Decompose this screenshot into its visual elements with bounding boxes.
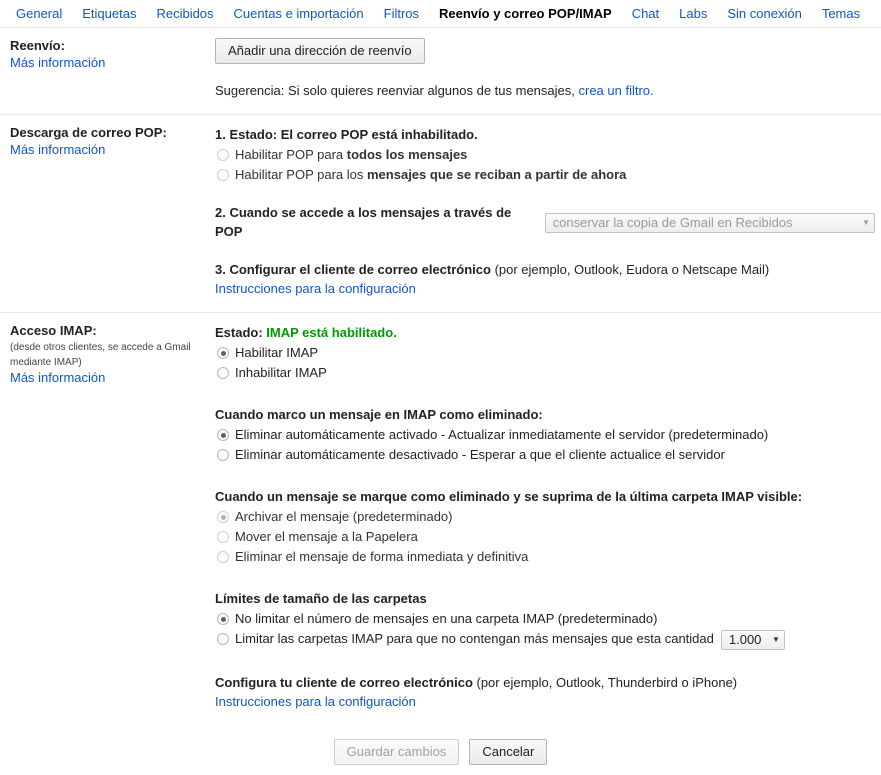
imap-expunge-option-delete-forever[interactable]: Eliminar el mensaje de forma inmediata y…: [215, 547, 875, 567]
add-forwarding-address-button[interactable]: Añadir una dirección de reenvío: [215, 38, 425, 64]
section-forwarding: Reenvío: Más información Añadir una dire…: [0, 28, 881, 114]
imap-expunge-option-trash[interactable]: Mover el mensaje a la Papelera: [215, 527, 875, 547]
tab-cuentas-e-importacion[interactable]: Cuentas e importación: [224, 1, 374, 27]
section-imap-access: Acceso IMAP: (desde otros clientes, se a…: [0, 312, 881, 725]
imap-deleted-option-auto-expunge-off-label: Eliminar automáticamente desactivado - E…: [235, 447, 725, 462]
radio-folder-limit[interactable]: [217, 633, 229, 645]
imap-limit-option-limit[interactable]: Limitar las carpetas IMAP para que no co…: [215, 629, 875, 651]
imap-deleted-option-auto-expunge-on-label: Eliminar automáticamente activado - Actu…: [235, 427, 769, 442]
imap-option-enable[interactable]: Habilitar IMAP: [215, 343, 875, 363]
pop-label-column: Descarga de correo POP: Más información: [0, 115, 205, 312]
imap-deleted-option-auto-expunge-off[interactable]: Eliminar automáticamente desactivado - E…: [215, 445, 875, 465]
imap-client-config-examples: (por ejemplo, Outlook, Thunderbird o iPh…: [472, 675, 738, 690]
imap-expunge-option-archive-label: Archivar el mensaje (predeterminado): [235, 509, 453, 524]
radio-imap-enable[interactable]: [217, 347, 229, 359]
tab-labs[interactable]: Labs: [669, 1, 717, 27]
forwarding-more-info-link[interactable]: Más información: [10, 55, 105, 70]
imap-more-info-link[interactable]: Más información: [10, 370, 105, 385]
imap-deleted-option-auto-expunge-on[interactable]: Eliminar automáticamente activado - Actu…: [215, 425, 875, 445]
imap-folder-limit-select[interactable]: 1.000 ▼: [720, 630, 785, 650]
forwarding-content-column: Añadir una dirección de reenvío Sugerenc…: [205, 28, 881, 114]
settings-sections: Reenvío: Más información Añadir una dire…: [0, 28, 881, 725]
imap-content-column: Estado: IMAP está habilitado. Habilitar …: [205, 313, 881, 725]
imap-limit-option-no-limit-label: No limitar el número de mensajes en una …: [235, 611, 658, 626]
pop-access-action-value: conservar la copia de Gmail en Recibidos: [552, 215, 793, 230]
pop-access-action-select[interactable]: conservar la copia de Gmail en Recibidos…: [544, 212, 875, 233]
imap-config-instructions-row: Instrucciones para la configuración: [215, 692, 875, 711]
radio-expunge-archive[interactable]: [217, 511, 229, 523]
forwarding-hint-text: Sugerencia: Si solo quieres reenviar alg…: [215, 83, 579, 98]
pop-step2-label: 2. Cuando se accede a los mensajes a tra…: [215, 205, 512, 239]
imap-label-column: Acceso IMAP: (desde otros clientes, se a…: [0, 313, 205, 725]
forwarding-title: Reenvío:: [10, 38, 65, 53]
pop-step3-label: 3. Configurar el cliente de correo elect…: [215, 262, 491, 277]
radio-expunge-delete-forever[interactable]: [217, 551, 229, 563]
radio-expunge-trash[interactable]: [217, 531, 229, 543]
radio-imap-disable[interactable]: [217, 367, 229, 379]
cancel-button[interactable]: Cancelar: [469, 739, 548, 765]
imap-option-disable[interactable]: Inhabilitar IMAP: [215, 363, 875, 383]
tab-recibidos[interactable]: Recibidos: [146, 1, 223, 27]
radio-pop-from-now-on[interactable]: [217, 169, 229, 181]
imap-status-value: IMAP está habilitado.: [266, 325, 397, 340]
imap-limit-option-limit-label: Limitar las carpetas IMAP para que no co…: [235, 631, 714, 646]
imap-status-label: Estado:: [215, 325, 263, 340]
imap-expunge-option-archive[interactable]: Archivar el mensaje (predeterminado): [215, 507, 875, 527]
imap-deleted-group-title: Cuando marco un mensaje en IMAP como eli…: [215, 407, 543, 422]
pop-option-from-now-on-label: Habilitar POP para los mensajes que se r…: [235, 167, 627, 182]
pop-config-instructions-row: Instrucciones para la configuración: [215, 279, 875, 298]
radio-pop-all-messages[interactable]: [217, 149, 229, 161]
pop-step2-row: 2. Cuando se accede a los mensajes a tra…: [215, 203, 875, 242]
imap-client-config-label: Configura tu cliente de correo electróni…: [215, 675, 473, 690]
imap-expunge-option-delete-forever-label: Eliminar el mensaje de forma inmediata y…: [235, 549, 529, 564]
imap-status-row: Estado: IMAP está habilitado.: [215, 323, 875, 342]
form-footer: Guardar cambios Cancelar: [0, 725, 881, 775]
pop-option-from-now-on[interactable]: Habilitar POP para los mensajes que se r…: [215, 165, 875, 185]
tab-temas[interactable]: Temas: [812, 1, 870, 27]
imap-expunge-option-trash-label: Mover el mensaje a la Papelera: [235, 529, 418, 544]
imap-configuration-instructions-link[interactable]: Instrucciones para la configuración: [215, 694, 416, 709]
section-pop-download: Descarga de correo POP: Más información …: [0, 114, 881, 312]
imap-option-enable-label: Habilitar IMAP: [235, 345, 319, 360]
tab-etiquetas[interactable]: Etiquetas: [72, 1, 146, 27]
imap-client-config-row: Configura tu cliente de correo electróni…: [215, 673, 875, 692]
pop-option-all-messages-label: Habilitar POP para todos los mensajes: [235, 147, 468, 162]
pop-option-all-messages[interactable]: Habilitar POP para todos los mensajes: [215, 145, 875, 165]
forwarding-label-column: Reenvío: Más información: [0, 28, 205, 114]
pop-title: Descarga de correo POP:: [10, 125, 167, 140]
imap-folder-limit-value: 1.000: [728, 632, 762, 647]
settings-tab-bar: General Etiquetas Recibidos Cuentas e im…: [0, 0, 881, 28]
chevron-down-icon: ▼: [862, 217, 870, 227]
tab-general[interactable]: General: [6, 1, 72, 27]
radio-auto-expunge-on[interactable]: [217, 429, 229, 441]
radio-no-folder-limit[interactable]: [217, 613, 229, 625]
radio-auto-expunge-off[interactable]: [217, 449, 229, 461]
pop-step1-label: 1. Estado: El correo POP está inhabilita…: [215, 127, 478, 142]
imap-note-line-1: (desde otros clientes, se accede a Gmail: [10, 342, 191, 353]
tab-reenvio-y-correo-pop-imap[interactable]: Reenvío y correo POP/IMAP: [429, 1, 622, 27]
pop-step3-examples: (por ejemplo, Outlook, Eudora o Netscape…: [490, 262, 770, 277]
pop-step3-row: 3. Configurar el cliente de correo elect…: [215, 260, 875, 279]
tab-filtros[interactable]: Filtros: [374, 1, 429, 27]
imap-limits-group-title: Límites de tamaño de las carpetas: [215, 591, 427, 606]
imap-expunge-group-title: Cuando un mensaje se marque como elimina…: [215, 489, 803, 504]
save-changes-button[interactable]: Guardar cambios: [333, 739, 460, 765]
imap-title: Acceso IMAP:: [10, 323, 97, 338]
imap-note-line-2: mediante IMAP): [10, 357, 82, 368]
tab-chat[interactable]: Chat: [622, 1, 669, 27]
tab-sin-conexion[interactable]: Sin conexión: [717, 1, 811, 27]
pop-more-info-link[interactable]: Más información: [10, 142, 105, 157]
imap-limit-option-no-limit[interactable]: No limitar el número de mensajes en una …: [215, 609, 875, 629]
imap-option-disable-label: Inhabilitar IMAP: [235, 365, 327, 380]
forwarding-hint: Sugerencia: Si solo quieres reenviar alg…: [215, 82, 875, 100]
pop-content-column: 1. Estado: El correo POP está inhabilita…: [205, 115, 881, 312]
chevron-down-icon: ▼: [771, 635, 780, 644]
pop-configuration-instructions-link[interactable]: Instrucciones para la configuración: [215, 281, 416, 296]
create-filter-link[interactable]: crea un filtro.: [579, 83, 654, 98]
